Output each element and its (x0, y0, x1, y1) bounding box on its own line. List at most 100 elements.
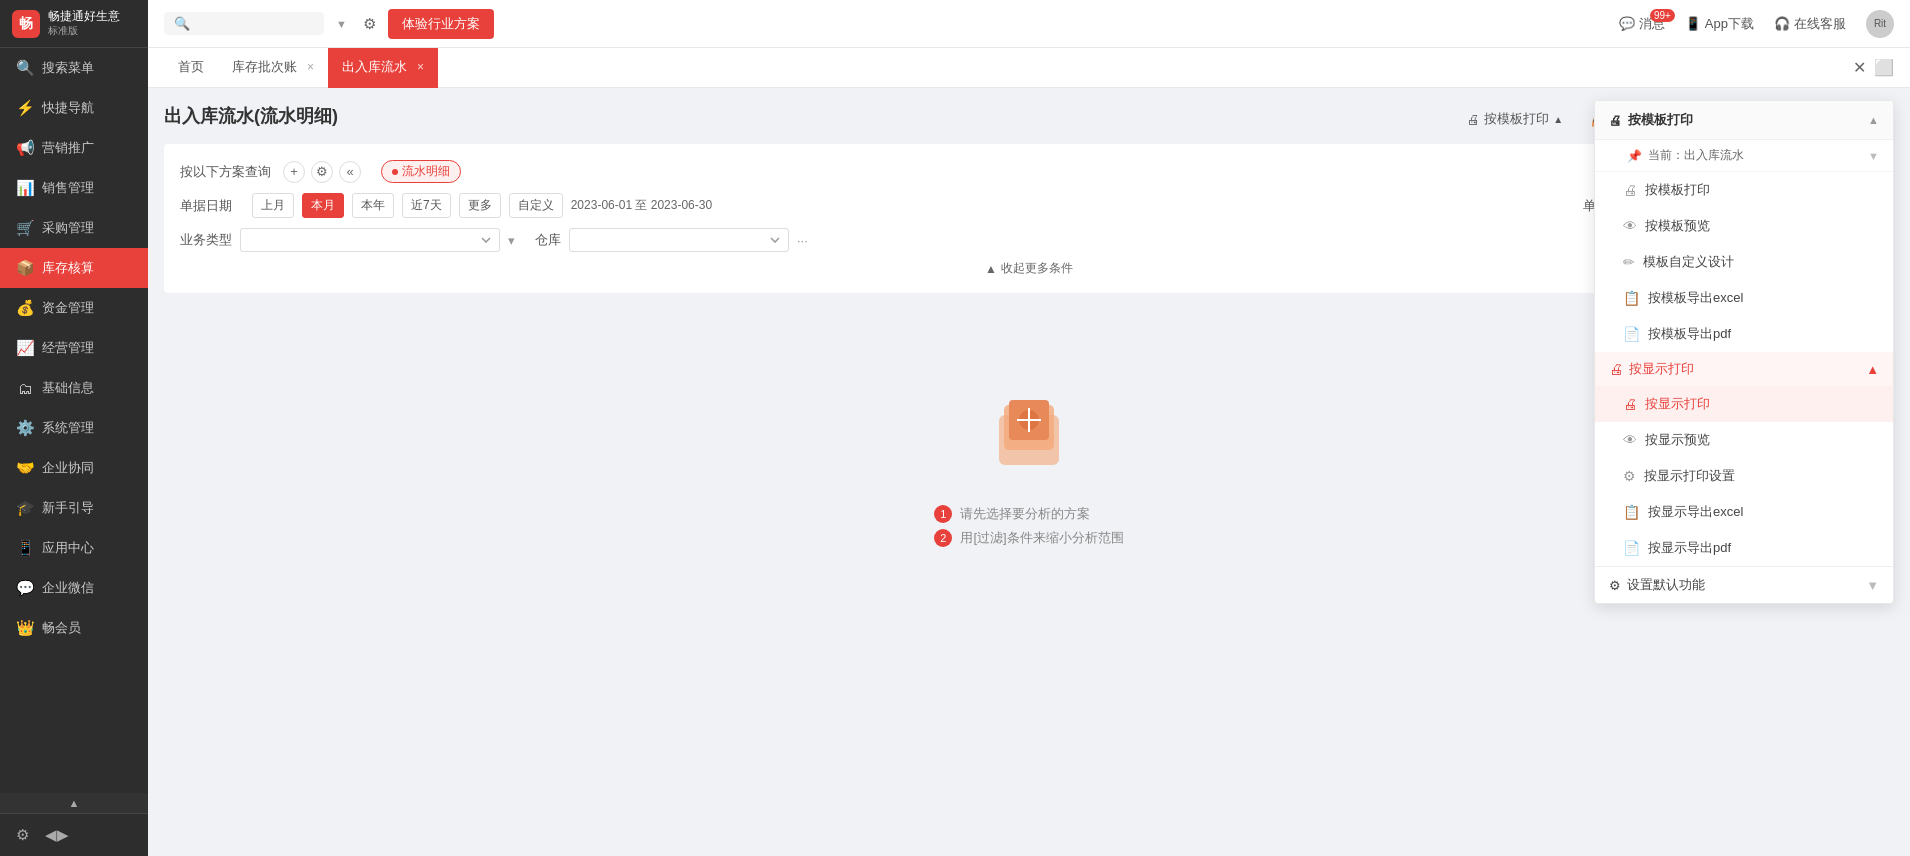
display-preview-item[interactable]: 👁 按显示预览 (1595, 422, 1893, 458)
header-gear-icon[interactable]: ⚙ (363, 15, 376, 33)
header-search-bar: 🔍 (164, 12, 324, 35)
sidebar-bottom: ⚙ ◀▶ (0, 813, 148, 856)
date-last-month-btn[interactable]: 上月 (252, 193, 294, 218)
template-excel-item[interactable]: 📋 按模板导出excel (1595, 280, 1893, 316)
tab-home[interactable]: 首页 (164, 48, 218, 88)
date-custom-btn[interactable]: 自定义 (509, 193, 563, 218)
empty-steps-list: 1 请先选择要分析的方案 2 用[过滤]条件来缩小分析范围 (934, 505, 1123, 553)
display-print-item[interactable]: 🖨 按显示打印 (1595, 386, 1893, 422)
date-this-year-btn[interactable]: 本年 (352, 193, 394, 218)
settings-bottom-icon[interactable]: ⚙ (16, 826, 29, 844)
date-label: 单据日期 (180, 197, 240, 215)
tab-inout-flow-close[interactable]: × (417, 60, 424, 74)
tab-inout-flow[interactable]: 出入库流水 × (328, 48, 438, 88)
template-pdf-icon: 📄 (1623, 326, 1640, 342)
sidebar-item-sales[interactable]: 📊 销售管理 (0, 168, 148, 208)
sidebar-item-system[interactable]: ⚙️ 系统管理 (0, 408, 148, 448)
lightning-icon: ⚡ (16, 99, 34, 117)
date-last7-btn[interactable]: 近7天 (402, 193, 451, 218)
sidebar-item-purchase[interactable]: 🛒 采购管理 (0, 208, 148, 248)
sidebar-item-search[interactable]: 🔍 搜索菜单 (0, 48, 148, 88)
warehouse-field: 仓库 ··· (535, 228, 808, 252)
biz-type-more-btn[interactable]: ▾ (508, 233, 515, 248)
gear-icon: ⚙️ (16, 419, 34, 437)
date-more-btn[interactable]: 更多 (459, 193, 501, 218)
template-print-item[interactable]: 🖨 按模板打印 (1595, 172, 1893, 208)
print-dropdown-panel: 🖨 按模板打印 ▲ 📌 当前：出入库流水 ▼ 🖨 按模板打印 👁 按模板预览 ✏… (1594, 100, 1894, 604)
close-window-btn[interactable]: ✕ (1853, 58, 1866, 77)
folder-icon: 🗂 (16, 380, 34, 397)
trial-btn[interactable]: 体验行业方案 (388, 9, 494, 39)
template-preview-item[interactable]: 👁 按模板预览 (1595, 208, 1893, 244)
set-default-icon: ⚙ (1609, 578, 1621, 593)
dropdown-header: 🖨 按模板打印 ▲ (1595, 101, 1893, 140)
date-range-display: 2023-06-01 至 2023-06-30 (571, 197, 712, 214)
sidebar-logo: 畅 畅捷通好生意 标准版 (0, 0, 148, 48)
sidebar-item-app[interactable]: 📱 应用中心 (0, 528, 148, 568)
sidebar-item-quick-nav[interactable]: ⚡ 快捷导航 (0, 88, 148, 128)
empty-illustration (979, 385, 1079, 485)
avatar[interactable]: Rit (1866, 10, 1894, 38)
header-right: 💬 消息 99+ 📱 App下载 🎧 在线客服 Rit (1619, 10, 1894, 38)
handshake-icon: 🤝 (16, 459, 34, 477)
warehouse-label: 仓库 (535, 231, 561, 249)
tab-inventory-batch-close[interactable]: × (307, 60, 314, 74)
top-header: 🔍 ▼ ⚙ 体验行业方案 💬 消息 99+ 📱 App下载 🎧 在线客服 Rit (148, 0, 1910, 48)
money-icon: 💰 (16, 299, 34, 317)
logo-icon: 畅 (12, 10, 40, 38)
crown-icon: 👑 (16, 619, 34, 637)
dropdown-collapse-arrow[interactable]: ▲ (1868, 114, 1879, 126)
search-dropdown-arrow[interactable]: ▼ (336, 18, 347, 30)
display-excel-item[interactable]: 📋 按显示导出excel (1595, 494, 1893, 530)
sidebar-scroll-indicator: ▲ (0, 793, 148, 813)
dropdown-title: 🖨 按模板打印 (1609, 111, 1693, 129)
add-scheme-btn[interactable]: + (283, 161, 305, 183)
sidebar-item-operation[interactable]: 📈 经营管理 (0, 328, 148, 368)
maximize-window-btn[interactable]: ⬜ (1874, 58, 1894, 77)
date-current-month-btn[interactable]: 本月 (302, 193, 344, 218)
template-customize-item[interactable]: ✏ 模板自定义设计 (1595, 244, 1893, 280)
tab-inventory-batch[interactable]: 库存批次账 × (218, 48, 328, 88)
sidebar-item-finance[interactable]: 💰 资金管理 (0, 288, 148, 328)
warehouse-more-btn[interactable]: ··· (797, 233, 808, 248)
display-pdf-item[interactable]: 📄 按显示导出pdf (1595, 530, 1893, 566)
sidebar-item-marketing[interactable]: 📢 营销推广 (0, 128, 148, 168)
display-settings-icon: ⚙ (1623, 468, 1636, 484)
template-preview-icon: 👁 (1623, 218, 1637, 234)
biz-type-select[interactable] (240, 228, 500, 252)
sidebar-item-member[interactable]: 👑 畅会员 (0, 608, 148, 648)
display-settings-item[interactable]: ⚙ 按显示打印设置 (1595, 458, 1893, 494)
set-default-btn[interactable]: ⚙ 设置默认功能 ▼ (1595, 566, 1893, 603)
display-section-icon: 🖨 (1609, 361, 1623, 377)
phone-icon: 📱 (1685, 16, 1701, 31)
sidebar-item-wechat[interactable]: 💬 企业微信 (0, 568, 148, 608)
sidebar-item-inventory[interactable]: 📦 库存核算 (0, 248, 148, 288)
collapse-more-btn[interactable]: ▲ 收起更多条件 (985, 260, 1073, 277)
logo-text: 畅捷通好生意 标准版 (48, 9, 120, 39)
display-preview-icon: 👁 (1623, 432, 1637, 448)
template-pdf-item[interactable]: 📄 按模板导出pdf (1595, 316, 1893, 352)
print-template-btn[interactable]: 🖨 按模板打印 ▲ (1459, 106, 1571, 132)
biz-type-field: 业务类型 ▾ (180, 228, 515, 252)
sidebar-item-basic[interactable]: 🗂 基础信息 (0, 368, 148, 408)
display-section: 🖨 按显示打印 👁 按显示预览 ⚙ 按显示打印设置 📋 按显示导出excel 📄… (1595, 386, 1893, 566)
display-section-arrow: ▲ (1866, 362, 1879, 377)
empty-step-1: 1 请先选择要分析的方案 (934, 505, 1123, 523)
search-input[interactable] (196, 17, 314, 31)
warehouse-select[interactable] (569, 228, 789, 252)
sidebar-item-guide[interactable]: 🎓 新手引导 (0, 488, 148, 528)
display-section-header[interactable]: 🖨 按显示打印 ▲ (1595, 352, 1893, 386)
collapse-scheme-btn[interactable]: « (339, 161, 361, 183)
dropdown-current-template: 📌 当前：出入库流水 ▼ (1595, 140, 1893, 172)
megaphone-icon: 📢 (16, 139, 34, 157)
sidebar: 畅 畅捷通好生意 标准版 🔍 搜索菜单 ⚡ 快捷导航 📢 营销推广 📊 销售管理… (0, 0, 148, 856)
app-download-btn[interactable]: 📱 App下载 (1685, 15, 1754, 33)
biz-type-label: 业务类型 (180, 231, 232, 249)
config-scheme-btn[interactable]: ⚙ (311, 161, 333, 183)
customer-service-btn[interactable]: 🎧 在线客服 (1774, 15, 1846, 33)
chart-icon: 📊 (16, 179, 34, 197)
sidebar-item-enterprise[interactable]: 🤝 企业协同 (0, 448, 148, 488)
collapse-icon[interactable]: ◀▶ (45, 826, 69, 844)
message-btn[interactable]: 💬 消息 99+ (1619, 15, 1665, 33)
scheme-tag[interactable]: 流水明细 (381, 160, 461, 183)
